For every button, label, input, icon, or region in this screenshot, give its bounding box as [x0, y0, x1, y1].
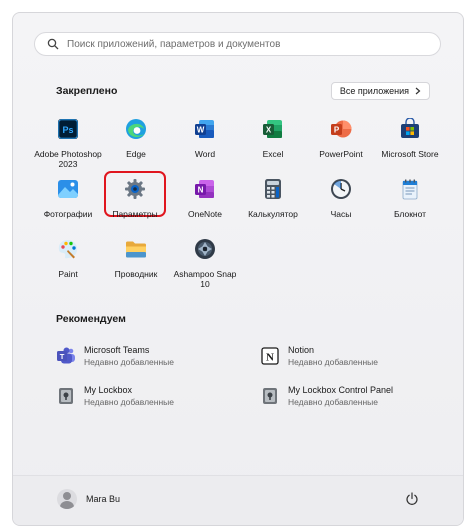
- app-label: Часы: [330, 209, 352, 219]
- app-label: Калькулятор: [248, 209, 298, 219]
- notion-icon: N: [261, 347, 279, 365]
- word-icon: W: [195, 120, 214, 138]
- app-clock[interactable]: Часы: [307, 176, 375, 232]
- app-label: Блокнот: [393, 209, 427, 219]
- search-box[interactable]: Поиск приложений, параметров и документо…: [34, 32, 441, 56]
- recommended-name: Notion: [288, 345, 315, 355]
- chevron-right-icon: [415, 87, 421, 95]
- recommended-item-notion[interactable]: N Notion Недавно добавленные: [260, 344, 378, 368]
- notepad-icon: [402, 179, 418, 200]
- clock-icon: [331, 179, 351, 199]
- folder-icon: [126, 241, 146, 258]
- recommended-subtitle: Недавно добавленные: [288, 397, 378, 407]
- settings-gear-icon: [125, 179, 145, 199]
- lockbox-icon: [59, 388, 73, 404]
- app-label: Adobe Photoshop 2023: [34, 149, 102, 169]
- edge-icon: [126, 119, 146, 139]
- app-ashampoo-snap[interactable]: Ashampoo Snap 10: [171, 236, 239, 292]
- pinned-title: Закреплено: [56, 85, 118, 97]
- recommended-subtitle: Недавно добавленные: [84, 357, 174, 367]
- app-label: Word: [194, 149, 216, 159]
- app-notepad[interactable]: Блокнот: [376, 176, 444, 232]
- teams-icon: T: [57, 347, 75, 364]
- app-label: Проводник: [114, 269, 158, 279]
- svg-text:W: W: [197, 126, 205, 135]
- recommended-subtitle: Недавно добавленные: [84, 397, 174, 407]
- app-label: Фотографии: [43, 209, 93, 219]
- lockbox-icon: [263, 388, 277, 404]
- app-powerpoint[interactable]: P PowerPoint: [307, 116, 375, 172]
- app-label: Параметры: [112, 209, 158, 219]
- app-label: Microsoft Store: [381, 149, 439, 159]
- start-menu-footer: Mara Bu: [13, 475, 463, 525]
- app-word[interactable]: W Word: [171, 116, 239, 172]
- recommended-name: Microsoft Teams: [84, 345, 150, 355]
- svg-text:N: N: [198, 186, 204, 195]
- app-excel[interactable]: X Excel: [239, 116, 307, 172]
- all-apps-button[interactable]: Все приложения: [330, 82, 430, 100]
- recommended-name: My Lockbox Control Panel: [288, 385, 394, 395]
- app-label: Excel: [262, 149, 284, 159]
- calculator-icon: [265, 179, 281, 199]
- svg-text:X: X: [266, 126, 272, 135]
- photoshop-icon: Ps: [58, 119, 78, 139]
- app-onenote[interactable]: N OneNote: [171, 176, 239, 232]
- search-placeholder: Поиск приложений, параметров и документо…: [67, 38, 281, 50]
- store-icon: [401, 117, 419, 138]
- search-icon: [47, 38, 59, 50]
- recommended-subtitle: Недавно добавленные: [288, 357, 378, 367]
- photos-icon: [58, 180, 78, 198]
- powerpoint-icon: P: [331, 120, 352, 138]
- app-explorer[interactable]: Проводник: [102, 236, 170, 292]
- user-account-button[interactable]: Mara Bu: [57, 489, 120, 509]
- onenote-icon: N: [195, 180, 214, 198]
- user-name: Mara Bu: [86, 494, 121, 504]
- excel-icon: X: [263, 120, 282, 138]
- power-icon[interactable]: [405, 492, 419, 506]
- paint-icon: [58, 240, 78, 259]
- app-calculator[interactable]: Калькулятор: [239, 176, 307, 232]
- app-label: Paint: [58, 269, 78, 279]
- app-photoshop[interactable]: Ps Adobe Photoshop 2023: [34, 116, 102, 172]
- svg-text:T: T: [60, 352, 65, 361]
- start-menu: Поиск приложений, параметров и документо…: [12, 12, 464, 526]
- app-microsoft-store[interactable]: Microsoft Store: [376, 116, 444, 172]
- app-paint[interactable]: Paint: [34, 236, 102, 292]
- app-settings[interactable]: Параметры: [104, 171, 166, 219]
- recommended-item-my-lockbox[interactable]: My Lockbox Недавно добавленные: [56, 384, 174, 408]
- app-label: Ashampoo Snap 10: [173, 269, 237, 289]
- all-apps-label: Все приложения: [339, 86, 409, 96]
- ashampoo-snap-icon: [195, 239, 215, 259]
- recommended-item-my-lockbox-control-panel[interactable]: My Lockbox Control Panel Недавно добавле…: [260, 384, 393, 408]
- svg-text:P: P: [334, 126, 340, 135]
- recommended-name: My Lockbox: [84, 385, 133, 395]
- app-label: Edge: [126, 149, 146, 159]
- svg-text:N: N: [266, 352, 274, 364]
- recommended-title: Рекомендуем: [56, 313, 126, 325]
- app-photos[interactable]: Фотографии: [34, 176, 102, 232]
- app-edge[interactable]: Edge: [102, 116, 170, 172]
- svg-text:Ps: Ps: [62, 125, 73, 135]
- avatar: [57, 489, 77, 509]
- app-label: OneNote: [187, 209, 223, 219]
- recommended-item-teams[interactable]: T Microsoft Teams Недавно добавленные: [56, 344, 174, 368]
- app-label: PowerPoint: [319, 149, 363, 159]
